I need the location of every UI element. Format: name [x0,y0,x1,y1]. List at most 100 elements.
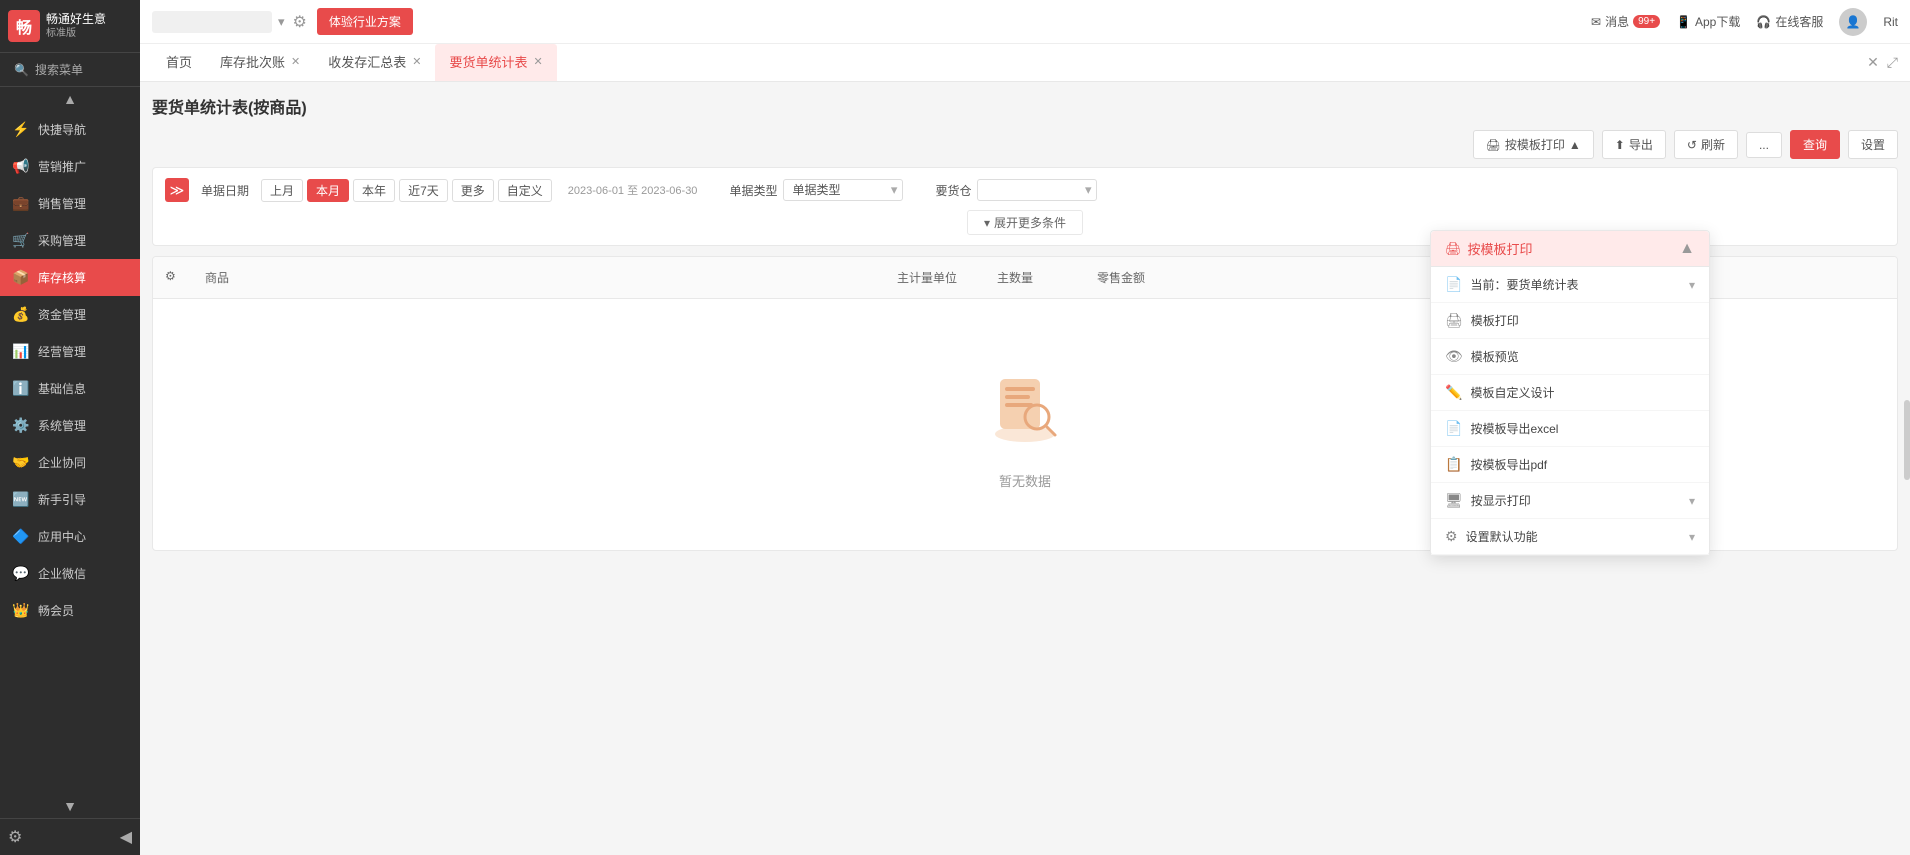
query-btn[interactable]: 查询 [1790,130,1840,159]
tab-receipt-summary[interactable]: 收发存汇总表 ✕ [314,44,435,81]
type-select[interactable]: 单据类型 [783,179,903,201]
type-select-wrap: 单据类型 [783,179,903,201]
sidebar-item-quick-nav[interactable]: ⚡ 快捷导航 [0,111,140,148]
tab-batch-account[interactable]: 库存批次账 ✕ [206,44,314,81]
tabs-bar-right: ✕ ⤢ [1867,54,1898,71]
topbar-right: ✉ 消息 99+ 📱 App下载 🎧 在线客服 👤 Rit [1591,8,1898,36]
display-print-icon: 🖥 [1445,492,1463,509]
sidebar-item-operations[interactable]: 📊 经营管理 [0,333,140,370]
dropdown-title: 🖨 按模板打印 [1445,239,1533,258]
default-func-icon: ⚙ [1445,528,1458,545]
date-btn-current-month[interactable]: 本月 [307,179,349,202]
dropdown-current-item[interactable]: 📄 当前：要货单统计表 ▾ [1431,267,1709,303]
online-service-btn[interactable]: 🎧 在线客服 [1756,13,1823,30]
settings-btn[interactable]: 设置 [1848,130,1898,159]
scrollbar-handle[interactable] [1904,400,1910,480]
settings-icon[interactable]: ⚙ [8,827,22,847]
sidebar-scroll-up[interactable]: ▲ [0,87,140,111]
sidebar-item-sales[interactable]: 💼 销售管理 [0,185,140,222]
expand-icon: ▾ [984,216,990,230]
sidebar-item-apps[interactable]: 🔷 应用中心 [0,518,140,555]
display-print-arrow: ▾ [1689,494,1695,508]
goods-filter-wrap: 要货仓 [935,179,1097,201]
print-btn[interactable]: 🖨 按模板打印 ▲ [1473,130,1594,159]
filter-toggle-btn[interactable]: ≫ [165,178,189,202]
dropdown-template-print[interactable]: 🖨 模板打印 [1431,303,1709,339]
sidebar-item-guide[interactable]: 🆕 新手引导 [0,481,140,518]
dropdown-template-custom[interactable]: ✏️ 模板自定义设计 [1431,375,1709,411]
dropdown-export-pdf[interactable]: 📋 按模板导出pdf [1431,447,1709,483]
app-icon: 📱 [1676,15,1691,29]
sidebar-item-marketing[interactable]: 📢 营销推广 [0,148,140,185]
tab-maximize-icon[interactable]: ⤢ [1887,54,1898,71]
topbar-gear-icon[interactable]: ⚙ [293,12,307,32]
template-preview-icon: 👁 [1445,348,1463,365]
inventory-icon: 📦 [12,269,30,286]
trial-btn[interactable]: 体验行业方案 [317,8,413,35]
dropdown-template-preview[interactable]: 👁 模板预览 [1431,339,1709,375]
export-excel-icon: 📄 [1445,420,1462,437]
sidebar-item-finance[interactable]: 💰 资金管理 [0,296,140,333]
col-settings[interactable]: ⚙ [153,265,193,290]
sidebar-item-enterprise[interactable]: 🤝 企业协同 [0,444,140,481]
col-unit: 主计量单位 [885,265,985,290]
tab-close-receipt[interactable]: ✕ [412,55,421,68]
sidebar-search[interactable]: 🔍 搜索菜单 [0,53,140,87]
sidebar-item-system[interactable]: ⚙️ 系统管理 [0,407,140,444]
tab-order-stats[interactable]: 要货单统计表 ✕ [435,44,556,81]
refresh-icon: ↺ [1687,138,1697,152]
topbar-search-input[interactable] [152,11,272,33]
sidebar-scroll-down[interactable]: ▼ [0,794,140,818]
logo-icon: 畅 [8,10,40,42]
quick-nav-icon: ⚡ [12,121,30,138]
tab-close-batch[interactable]: ✕ [291,55,300,68]
date-buttons: 上月 本月 本年 近7天 更多 自定义 [261,179,552,202]
sidebar: 畅 畅通好生意 标准版 🔍 搜索菜单 ▲ ⚡ 快捷导航 📢 营销推广 💼 销售管… [0,0,140,855]
avatar[interactable]: 👤 [1839,8,1867,36]
message-btn[interactable]: ✉ 消息 99+ [1591,13,1660,30]
tab-home[interactable]: 首页 [152,44,206,81]
empty-image [975,359,1075,459]
dropdown-default-function[interactable]: ⚙ 设置默认功能 ▾ [1431,519,1709,555]
action-bar: 🖨 按模板打印 ▲ ⬆ 导出 ↺ 刷新 ... 查询 设置 [152,130,1898,159]
username[interactable]: Rit [1883,15,1898,29]
collapse-icon[interactable]: ◀ [120,827,132,847]
topbar: ▾ ⚙ 体验行业方案 ✉ 消息 99+ 📱 App下载 🎧 在线客服 👤 Rit [140,0,1910,44]
topbar-left: ▾ ⚙ 体验行业方案 [152,8,1591,35]
dropdown-display-print[interactable]: 🖥 按显示打印 ▾ [1431,483,1709,519]
goods-select[interactable] [977,179,1097,201]
sidebar-logo: 畅 畅通好生意 标准版 [0,0,140,53]
current-arrow: ▾ [1689,278,1695,292]
search-icon: 🔍 [14,63,29,77]
tab-close-all-icon[interactable]: ✕ [1867,54,1879,71]
topbar-dropdown-icon[interactable]: ▾ [278,14,285,30]
export-btn[interactable]: ⬆ 导出 [1602,130,1666,159]
guide-icon: 🆕 [12,491,30,508]
date-btn-prev-month[interactable]: 上月 [261,179,303,202]
template-print-icon: 🖨 [1445,312,1463,329]
system-icon: ⚙️ [12,417,30,434]
app-download-btn[interactable]: 📱 App下载 [1676,13,1740,30]
wechat-icon: 💬 [12,565,30,582]
date-btn-7days[interactable]: 近7天 [399,179,448,202]
sidebar-item-member[interactable]: 👑 畅会员 [0,592,140,629]
expand-btn[interactable]: ▾ 展开更多条件 [967,210,1083,235]
apps-icon: 🔷 [12,528,30,545]
sidebar-item-purchase[interactable]: 🛒 采购管理 [0,222,140,259]
sidebar-item-inventory[interactable]: 📦 库存核算 [0,259,140,296]
enterprise-icon: 🤝 [12,454,30,471]
sidebar-item-basic[interactable]: ℹ️ 基础信息 [0,370,140,407]
dropdown-close-btn[interactable]: ▲ [1679,240,1695,258]
export-icon: ⬆ [1615,138,1625,152]
tab-close-order[interactable]: ✕ [534,55,543,68]
more-btn[interactable]: ... [1746,132,1782,158]
date-btn-custom[interactable]: 自定义 [498,179,552,202]
col-amount: 零售金额 [1085,265,1205,290]
date-btn-more[interactable]: 更多 [452,179,494,202]
refresh-btn[interactable]: ↺ 刷新 [1674,130,1738,159]
date-btn-current-year[interactable]: 本年 [353,179,395,202]
dropdown-export-excel[interactable]: 📄 按模板导出excel [1431,411,1709,447]
sidebar-item-wechat[interactable]: 💬 企业微信 [0,555,140,592]
default-func-arrow: ▾ [1689,530,1695,544]
message-icon: ✉ [1591,15,1601,29]
